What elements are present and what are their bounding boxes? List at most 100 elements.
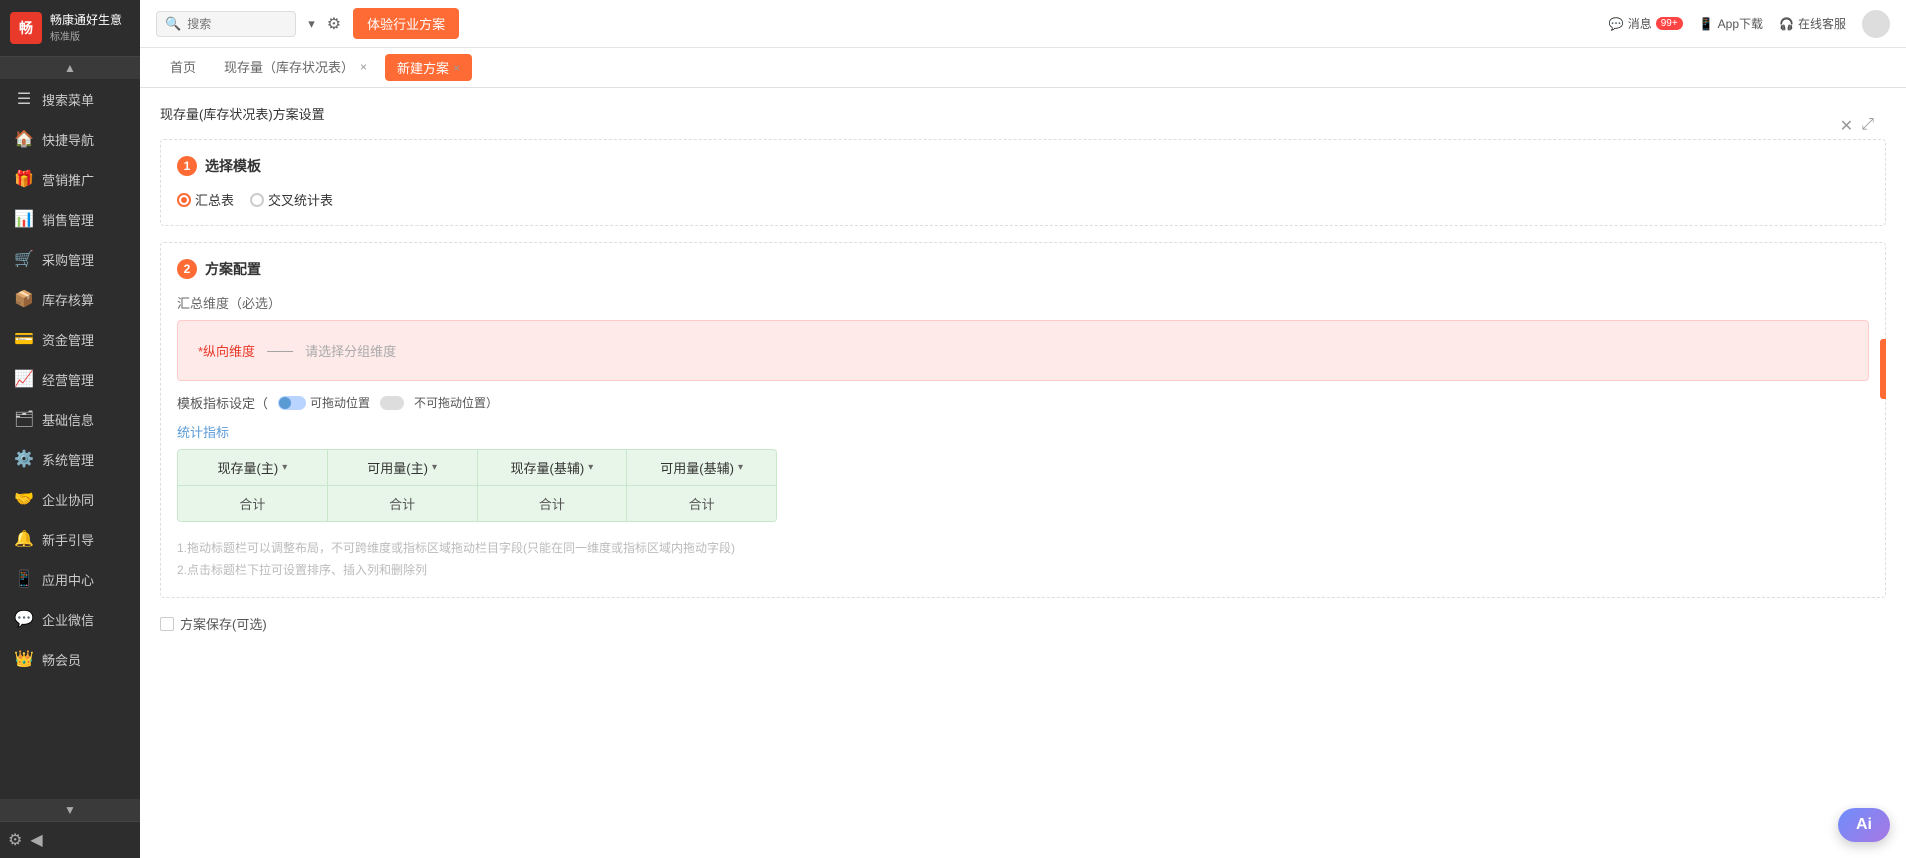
toggle-pill-draggable[interactable] <box>278 396 306 410</box>
tab-inventory-close[interactable]: × <box>360 60 367 74</box>
customer-service-item[interactable]: 🎧 在线客服 <box>1779 15 1846 32</box>
app-download-label: App下载 <box>1718 15 1763 32</box>
dimension-label: 汇总维度（必选） <box>177 293 1869 312</box>
sidebar-item-label: 销售管理 <box>42 210 94 229</box>
sidebar-item-wechat[interactable]: 💬 企业微信 <box>0 599 140 639</box>
sidebar-item-label: 基础信息 <box>42 410 94 429</box>
stats-col-2-header[interactable]: 现存量(基辅) ▾ <box>478 450 627 486</box>
sidebar-item-app-center[interactable]: 📱 应用中心 <box>0 559 140 599</box>
quick-nav-icon: 🏠 <box>14 129 34 149</box>
tab-home[interactable]: 首页 <box>156 49 210 86</box>
stats-col-1-label: 可用量(主) <box>367 458 428 477</box>
right-indicator <box>1880 339 1886 399</box>
sidebar-item-marketing[interactable]: 🎁 营销推广 <box>0 159 140 199</box>
sidebar-item-search-menu[interactable]: ☰ 搜索菜单 <box>0 79 140 119</box>
sidebar-item-newbie[interactable]: 🔔 新手引导 <box>0 519 140 559</box>
chevron-3-icon[interactable]: ▾ <box>738 462 743 473</box>
expand-panel-icon[interactable]: ⤢ <box>1861 116 1874 136</box>
save-checkbox[interactable] <box>160 617 174 631</box>
panel-title: 现存量(库存状况表)方案设置 <box>160 104 1886 123</box>
sidebar-item-member[interactable]: 👑 畅会员 <box>0 639 140 679</box>
topbar-search[interactable]: 🔍 <box>156 11 296 37</box>
radio-cross[interactable]: 交叉统计表 <box>250 190 333 209</box>
ai-bubble[interactable]: Ai <box>1838 808 1890 842</box>
sidebar-scroll-down[interactable]: ▼ <box>0 799 140 821</box>
sidebar-item-label: 新手引导 <box>42 530 94 549</box>
toggle-pill-no-drag[interactable] <box>380 396 404 410</box>
stats-col-2: 现存量(基辅) ▾ 合计 <box>478 450 628 521</box>
member-icon: 👑 <box>14 649 34 669</box>
stats-col-3-header[interactable]: 可用量(基辅) ▾ <box>627 450 776 486</box>
radio-summary-circle <box>177 193 191 207</box>
sidebar-item-label: 系统管理 <box>42 450 94 469</box>
app-download-item[interactable]: 📱 App下载 <box>1699 15 1763 32</box>
sidebar-item-label: 搜索菜单 <box>42 90 94 109</box>
stats-col-1-body: 合计 <box>328 486 477 521</box>
system-icon: ⚙️ <box>14 449 34 469</box>
stats-table: 现存量(主) ▾ 合计 可用量(主) ▾ <box>177 449 777 522</box>
tab-inventory-status[interactable]: 现存量（库存状况表） × <box>210 49 381 86</box>
tab-new-plan-close[interactable]: × <box>453 61 460 75</box>
sidebar-bottom: ⚙ ◀ <box>0 821 140 858</box>
dimension-area[interactable]: *纵向维度 —— 请选择分组维度 <box>177 320 1869 381</box>
sidebar-item-operations[interactable]: 📈 经营管理 <box>0 359 140 399</box>
tab-home-label: 首页 <box>170 57 196 76</box>
sidebar-item-basic-info[interactable]: 🗂 基础信息 <box>0 399 140 439</box>
section-config: 2 方案配置 汇总维度（必选） *纵向维度 —— 请选择分组维度 模板指标设定（ <box>160 242 1886 598</box>
sidebar-item-finance[interactable]: 💳 资金管理 <box>0 319 140 359</box>
dropdown-icon[interactable]: ▾ <box>308 16 315 32</box>
topbar: 🔍 ▾ ⚙ 体验行业方案 💬 消息 99+ 📱 App下载 🎧 在线客服 <box>140 0 1906 48</box>
sidebar-scroll-up[interactable]: ▲ <box>0 57 140 79</box>
sidebar-item-purchase[interactable]: 🛒 采购管理 <box>0 239 140 279</box>
sidebar-item-enterprise[interactable]: 🤝 企业协同 <box>0 479 140 519</box>
finance-icon: 💳 <box>14 329 34 349</box>
message-item[interactable]: 💬 消息 99+ <box>1609 15 1683 32</box>
radio-summary[interactable]: 汇总表 <box>177 190 234 209</box>
sidebar-item-inventory[interactable]: 📦 库存核算 <box>0 279 140 319</box>
operations-icon: 📈 <box>14 369 34 389</box>
radio-summary-label: 汇总表 <box>195 190 234 209</box>
stats-col-1-header[interactable]: 可用量(主) ▾ <box>328 450 477 486</box>
topbar-settings-icon[interactable]: ⚙ <box>327 14 341 34</box>
message-icon: 💬 <box>1609 17 1624 31</box>
search-menu-icon: ☰ <box>14 89 34 109</box>
stats-title: 统计指标 <box>177 422 1869 441</box>
content-inner: 现存量(库存状况表)方案设置 1 选择模板 汇总表 交 <box>140 88 1906 858</box>
chevron-2-icon[interactable]: ▾ <box>588 462 593 473</box>
brand-edition: 标准版 <box>50 28 122 43</box>
settings-icon[interactable]: ⚙ <box>8 830 22 850</box>
inventory-icon: 📦 <box>14 289 34 309</box>
brand-logo: 畅 <box>10 12 42 44</box>
sidebar-item-label: 库存核算 <box>42 290 94 309</box>
sidebar-item-sales[interactable]: 📊 销售管理 <box>0 199 140 239</box>
sidebar-item-quick-nav[interactable]: 🏠 快捷导航 <box>0 119 140 159</box>
sidebar-item-system[interactable]: ⚙️ 系统管理 <box>0 439 140 479</box>
section2-number: 2 <box>177 259 197 279</box>
enterprise-icon: 🤝 <box>14 489 34 509</box>
chevron-1-icon[interactable]: ▾ <box>432 462 437 473</box>
search-input[interactable] <box>187 17 287 31</box>
dimension-dash: —— <box>267 343 293 358</box>
stats-col-0: 现存量(主) ▾ 合计 <box>178 450 328 521</box>
main-area: 🔍 ▾ ⚙ 体验行业方案 💬 消息 99+ 📱 App下载 🎧 在线客服 <box>140 0 1906 858</box>
search-icon: 🔍 <box>165 16 181 32</box>
sidebar-item-label: 资金管理 <box>42 330 94 349</box>
user-avatar[interactable] <box>1862 10 1890 38</box>
tabs-bar: 首页 现存量（库存状况表） × 新建方案 × <box>140 48 1906 88</box>
draggable-toggle[interactable]: 可拖动位置 <box>278 394 370 411</box>
stats-col-3-body: 合计 <box>627 486 776 521</box>
sidebar-item-label: 营销推广 <box>42 170 94 189</box>
trial-button[interactable]: 体验行业方案 <box>353 8 459 39</box>
stats-col-0-header[interactable]: 现存量(主) ▾ <box>178 450 327 486</box>
collapse-icon[interactable]: ◀ <box>30 830 42 850</box>
chevron-0-icon[interactable]: ▾ <box>282 462 287 473</box>
tab-new-plan[interactable]: 新建方案 × <box>385 54 472 81</box>
close-panel-icon[interactable]: ✕ <box>1840 116 1853 136</box>
tips-section: 1.拖动标题栏可以调整布局，不可跨维度或指标区域拖动栏目字段(只能在同一维度或指… <box>177 538 1869 581</box>
save-label: 方案保存(可选) <box>180 614 267 633</box>
content-area: 现存量(库存状况表)方案设置 1 选择模板 汇总表 交 <box>140 88 1906 858</box>
panel-actions: ✕ ⤢ <box>1828 104 1886 148</box>
purchase-icon: 🛒 <box>14 249 34 269</box>
section2-label: 方案配置 <box>205 259 261 279</box>
stats-section: 统计指标 现存量(主) ▾ 合计 <box>177 422 1869 522</box>
